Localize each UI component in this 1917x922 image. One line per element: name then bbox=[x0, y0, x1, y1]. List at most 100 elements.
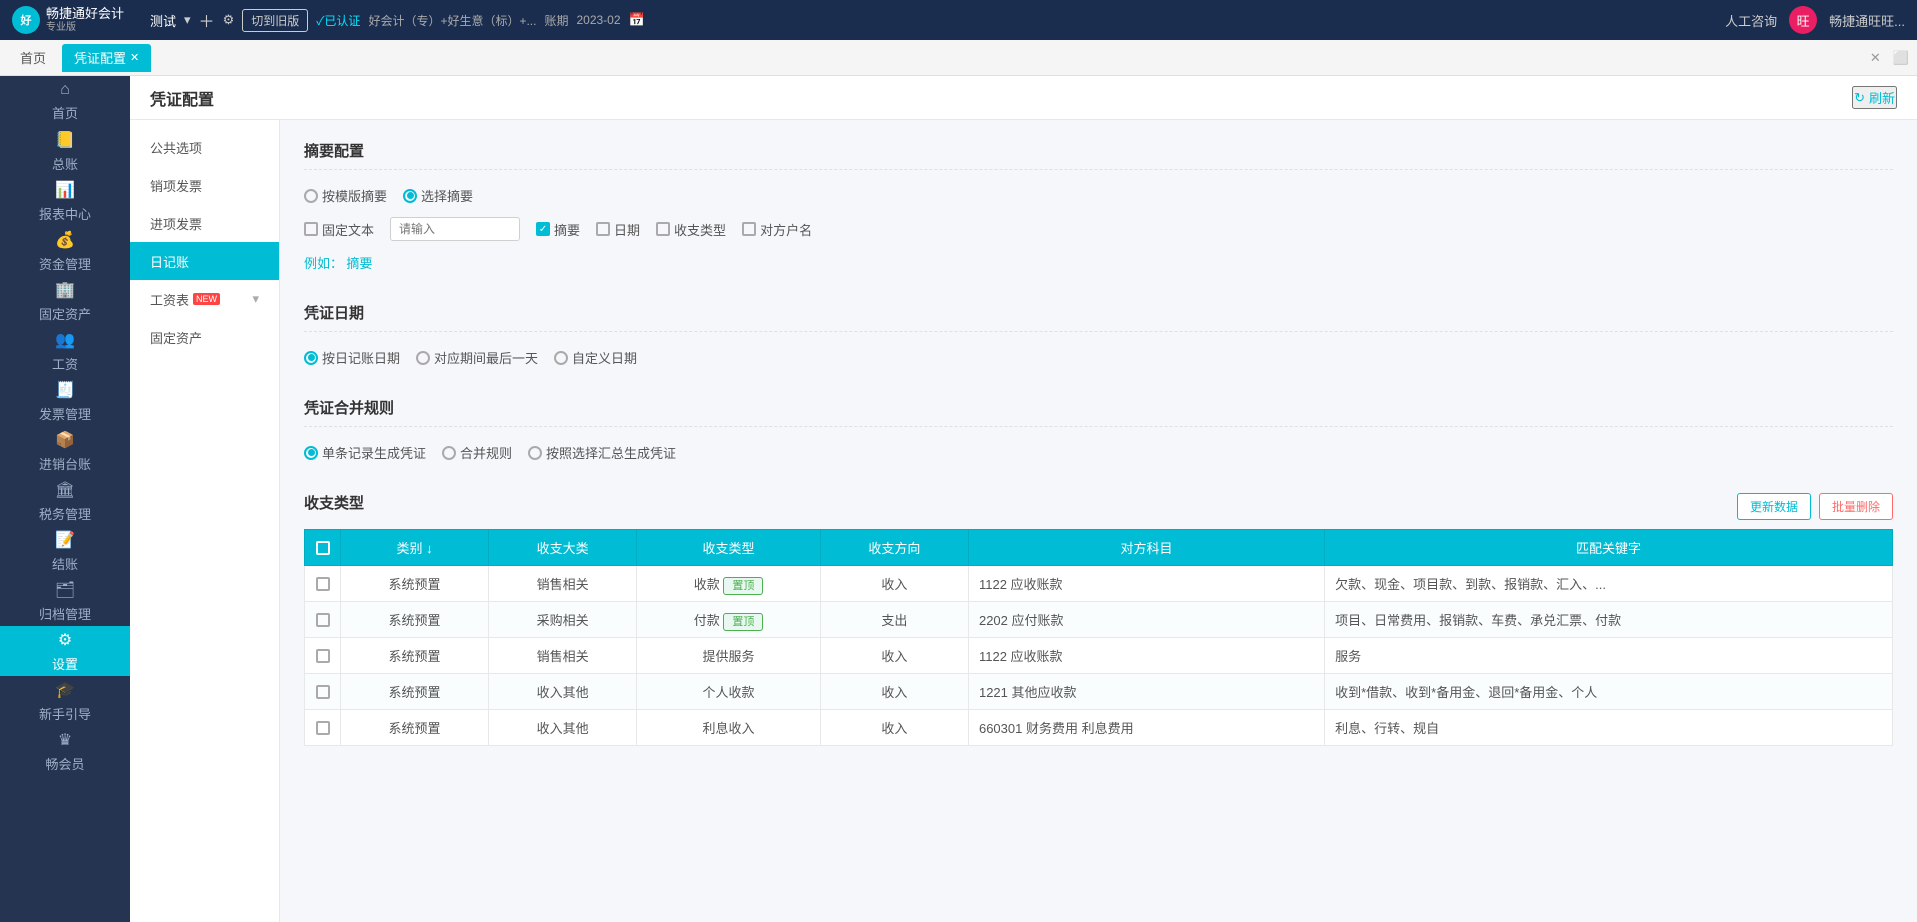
main-panel: 凭证配置 ↻ 刷新 公共选项 销项发票 进项发票 日记账 bbox=[130, 76, 1917, 922]
radio-custom-circle bbox=[554, 351, 568, 365]
left-nav-purchase-invoice[interactable]: 进项发票 bbox=[130, 204, 279, 242]
avatar[interactable]: 旺 bbox=[1789, 6, 1817, 34]
sidebar-item-archive[interactable]: 🗂 归档管理 bbox=[0, 576, 130, 626]
tab-voucher-config[interactable]: 凭证配置 ✕ bbox=[62, 44, 151, 72]
checkbox-summary[interactable]: ✓ 摘要 bbox=[536, 220, 580, 239]
radio-dot-single bbox=[308, 449, 315, 456]
row-direction: 收入 bbox=[820, 674, 968, 710]
assets-icon: 🏢 bbox=[55, 280, 75, 300]
checkbox-fixed-text[interactable]: 固定文本 bbox=[304, 220, 374, 239]
row-checkbox-cell[interactable] bbox=[305, 710, 341, 746]
row-checkbox[interactable] bbox=[316, 685, 330, 699]
row-direction: 收入 bbox=[820, 710, 968, 746]
left-nav-payroll[interactable]: 工资表 NEW ▾ bbox=[130, 280, 279, 318]
left-nav-sales-invoice[interactable]: 销项发票 bbox=[130, 166, 279, 204]
radio-custom-date[interactable]: 自定义日期 bbox=[554, 348, 637, 367]
income-expense-table: 类别 ↓ 收支大类 收支类型 收支方向 对方科目 匹配关键字 系统预置 bbox=[304, 529, 1893, 746]
radio-select-circle bbox=[403, 189, 417, 203]
sidebar-item-trade[interactable]: 📦 进销台账 bbox=[0, 426, 130, 476]
dropdown-icon[interactable]: ▾ bbox=[184, 12, 191, 28]
tab-close-icon[interactable]: ✕ bbox=[130, 51, 139, 64]
update-data-btn[interactable]: 更新数据 bbox=[1737, 493, 1811, 520]
row-checkbox[interactable] bbox=[316, 577, 330, 591]
row-category: 系统预置 bbox=[341, 638, 489, 674]
checkbox-expense-type[interactable]: 收支类型 bbox=[656, 220, 726, 239]
checkbox-summary-box: ✓ bbox=[536, 222, 550, 236]
top-header: 好 畅捷通好会计 专业版 测试 ▾ ＋ ⚙ 切到旧版 ✓已认证 好会计（专）+好… bbox=[0, 0, 1917, 40]
sidebar-item-reports[interactable]: 📊 报表中心 bbox=[0, 176, 130, 226]
finance-icon: 💰 bbox=[55, 230, 75, 250]
sidebar-item-assets[interactable]: 🏢 固定资产 bbox=[0, 276, 130, 326]
fixed-text-input[interactable] bbox=[390, 217, 520, 241]
row-checkbox-cell[interactable] bbox=[305, 638, 341, 674]
row-income-type: 个人收款 bbox=[637, 674, 821, 710]
radio-journal-date[interactable]: 按日记账日期 bbox=[304, 348, 400, 367]
table-row: 系统预置 销售相关 提供服务 收入 1122 应收账款 服务 bbox=[305, 638, 1893, 674]
window-maximize-icon[interactable]: ⬜ bbox=[1893, 50, 1909, 66]
radio-dot-journal bbox=[308, 354, 315, 361]
calendar-icon[interactable]: 📅 bbox=[629, 12, 645, 28]
sidebar-item-member[interactable]: ♛ 畅会员 bbox=[0, 726, 130, 776]
checkbox-expense-box bbox=[656, 222, 670, 236]
table-row: 系统预置 收入其他 个人收款 收入 1221 其他应收款 收到*借款、收到*备用… bbox=[305, 674, 1893, 710]
th-category: 类别 ↓ bbox=[341, 530, 489, 566]
table-row: 系统预置 收入其他 利息收入 收入 660301 财务费用 利息费用 利息、行转… bbox=[305, 710, 1893, 746]
tab-home[interactable]: 首页 bbox=[8, 44, 58, 72]
th-checkbox[interactable] bbox=[305, 530, 341, 566]
select-all-checkbox[interactable] bbox=[316, 541, 330, 555]
th-subject: 对方科目 bbox=[968, 530, 1324, 566]
header-right: 人工咨询 旺 畅捷通旺旺... bbox=[1725, 6, 1905, 34]
merge-rules-radio-group: 单条记录生成凭证 合并规则 按照选择汇总生成凭证 bbox=[304, 443, 1893, 462]
row-checkbox-cell[interactable] bbox=[305, 602, 341, 638]
voucher-date-radio-group: 按日记账日期 对应期间最后一天 自定义日期 bbox=[304, 348, 1893, 367]
radio-template-summary[interactable]: 按模版摘要 bbox=[304, 186, 387, 205]
logo-icon: 好 bbox=[12, 6, 40, 34]
radio-template-circle bbox=[304, 189, 318, 203]
radio-summary-generate[interactable]: 按照选择汇总生成凭证 bbox=[528, 443, 676, 462]
row-checkbox[interactable] bbox=[316, 649, 330, 663]
window-close-icon[interactable]: ✕ bbox=[1870, 50, 1881, 66]
consult-label[interactable]: 人工咨询 bbox=[1725, 11, 1777, 30]
row-income-type: 收款 置顶 bbox=[637, 566, 821, 602]
row-checkbox-cell[interactable] bbox=[305, 566, 341, 602]
row-checkbox[interactable] bbox=[316, 721, 330, 735]
sidebar-item-close[interactable]: 📝 结账 bbox=[0, 526, 130, 576]
radio-period-last-day[interactable]: 对应期间最后一天 bbox=[416, 348, 538, 367]
sidebar-item-invoice[interactable]: 🧾 发票管理 bbox=[0, 376, 130, 426]
left-nav: 公共选项 销项发票 进项发票 日记账 工资表 NEW ▾ 固定资产 bbox=[130, 120, 280, 922]
radio-select-summary[interactable]: 选择摘要 bbox=[403, 186, 473, 205]
radio-summary-circle bbox=[528, 446, 542, 460]
left-nav-public[interactable]: 公共选项 bbox=[130, 128, 279, 166]
sidebar-item-guide[interactable]: 🎓 新手引导 bbox=[0, 676, 130, 726]
refresh-button[interactable]: ↻ 刷新 bbox=[1852, 86, 1897, 109]
sidebar-item-salary[interactable]: 👥 工资 bbox=[0, 326, 130, 376]
row-checkbox[interactable] bbox=[316, 613, 330, 627]
table-action-row: 收支类型 更新数据 批量删除 bbox=[304, 492, 1893, 521]
nav-arrow-icon: ▾ bbox=[252, 291, 259, 307]
sidebar-item-tax[interactable]: 🏛 税务管理 bbox=[0, 476, 130, 526]
left-nav-journal[interactable]: 日记账 bbox=[130, 242, 279, 280]
checkbox-counterparty[interactable]: 对方户名 bbox=[742, 220, 812, 239]
row-keywords: 项目、日常费用、报销款、车费、承兑汇票、付款 bbox=[1325, 602, 1893, 638]
sidebar-item-finance[interactable]: 💰 资金管理 bbox=[0, 226, 130, 276]
row-major-type: 收入其他 bbox=[489, 710, 637, 746]
sidebar-item-ledger[interactable]: 📒 总账 bbox=[0, 126, 130, 176]
tax-icon: 🏛 bbox=[55, 480, 75, 500]
add-icon[interactable]: ＋ bbox=[199, 8, 215, 32]
checkbox-group: 固定文本 ✓ 摘要 日期 bbox=[304, 217, 812, 241]
row-checkbox-cell[interactable] bbox=[305, 674, 341, 710]
sidebar-item-settings[interactable]: ⚙ 设置 bbox=[0, 626, 130, 676]
row-direction: 收入 bbox=[820, 638, 968, 674]
radio-merge-rules[interactable]: 合并规则 bbox=[442, 443, 512, 462]
batch-delete-btn[interactable]: 批量删除 bbox=[1819, 493, 1893, 520]
gear-icon[interactable]: ⚙ bbox=[223, 12, 235, 28]
row-subject: 1122 应收账款 bbox=[968, 566, 1324, 602]
row-direction: 支出 bbox=[820, 602, 968, 638]
checkbox-date[interactable]: 日期 bbox=[596, 220, 640, 239]
left-nav-fixed-assets[interactable]: 固定资产 bbox=[130, 318, 279, 356]
sidebar-item-home[interactable]: ⌂ 首页 bbox=[0, 76, 130, 126]
row-subject: 1122 应收账款 bbox=[968, 638, 1324, 674]
income-expense-section: 收支类型 更新数据 批量删除 类别 ↓ 收支大类 bbox=[304, 492, 1893, 746]
radio-single-record[interactable]: 单条记录生成凭证 bbox=[304, 443, 426, 462]
switch-btn[interactable]: 切到旧版 bbox=[242, 9, 308, 32]
